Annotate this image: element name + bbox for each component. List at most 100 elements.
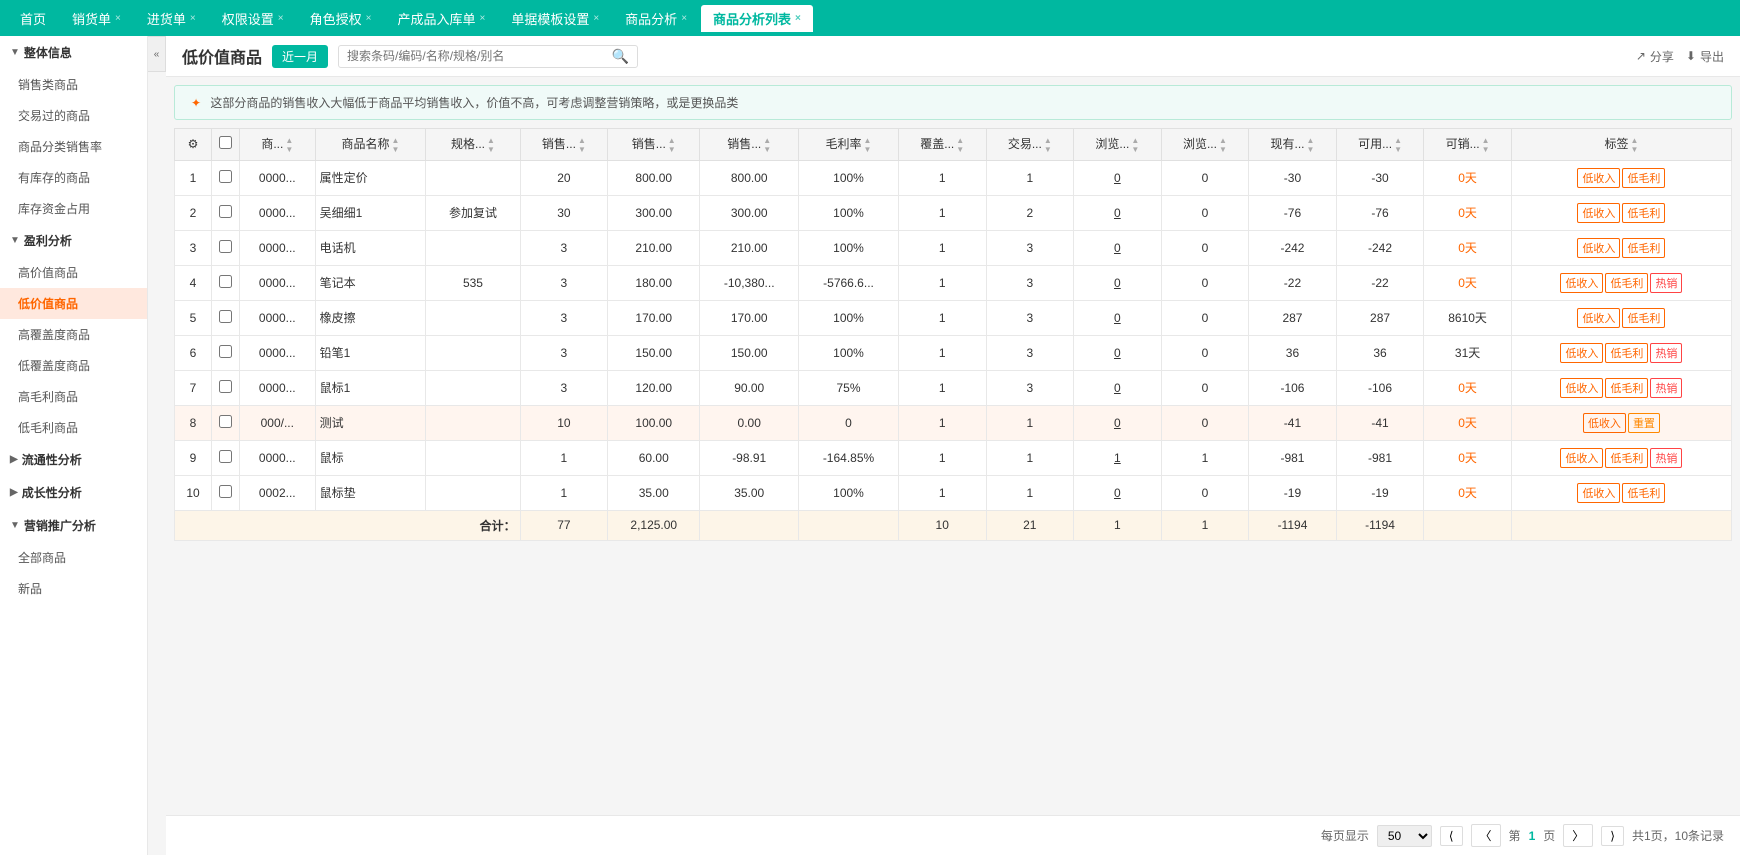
- available-col-header[interactable]: 可用...▲▼: [1336, 129, 1424, 161]
- nav-tab-权限设置[interactable]: 权限设置×: [210, 5, 296, 32]
- row-checkbox[interactable]: [211, 160, 239, 195]
- settings-col-header[interactable]: ⚙: [175, 129, 212, 161]
- search-icon[interactable]: 🔍: [612, 48, 629, 65]
- row-checkbox[interactable]: [211, 475, 239, 510]
- sidebar-item-低价值商品[interactable]: 低价值商品: [0, 288, 147, 319]
- name-col-header[interactable]: 商品名称▲▼: [315, 129, 426, 161]
- row-select[interactable]: [219, 345, 232, 358]
- row-select[interactable]: [219, 275, 232, 288]
- row-checkbox[interactable]: [211, 335, 239, 370]
- search-input[interactable]: [347, 49, 608, 63]
- spec-col-header[interactable]: 规格...▲▼: [426, 129, 520, 161]
- export-btn[interactable]: ⬇ 导出: [1686, 48, 1724, 65]
- checkbox-col-header[interactable]: [211, 129, 239, 161]
- sidebar-item-全部商品[interactable]: 全部商品: [0, 542, 147, 573]
- nav-tab-商品分析列表[interactable]: 商品分析列表×: [701, 5, 813, 32]
- views-link[interactable]: 1: [1114, 451, 1121, 465]
- views-link[interactable]: 0: [1114, 311, 1121, 325]
- row-checkbox[interactable]: [211, 195, 239, 230]
- sidebar-item-高价值商品[interactable]: 高价值商品: [0, 257, 147, 288]
- code-col-header[interactable]: 商...▲▼: [239, 129, 315, 161]
- page-size-select[interactable]: 50 100 200: [1377, 825, 1432, 847]
- sidebar-item-有库存的商品[interactable]: 有库存的商品: [0, 162, 147, 193]
- tab-close-icon[interactable]: ×: [190, 13, 196, 24]
- prev-page-btn[interactable]: 〈: [1471, 824, 1501, 847]
- row-select[interactable]: [219, 170, 232, 183]
- sidebar-collapse-btn[interactable]: «: [148, 36, 166, 72]
- row-select[interactable]: [219, 450, 232, 463]
- share-btn[interactable]: ↗ 分享: [1636, 48, 1674, 65]
- row-name: 鼠标: [315, 440, 426, 475]
- views2-col-header[interactable]: 浏览...▲▼: [1161, 129, 1249, 161]
- nav-tab-进货单[interactable]: 进货单×: [135, 5, 208, 32]
- sales-profit-col-header[interactable]: 销售...▲▼: [700, 129, 799, 161]
- row-select[interactable]: [219, 485, 232, 498]
- views-link[interactable]: 0: [1114, 171, 1121, 185]
- views-link[interactable]: 0: [1114, 381, 1121, 395]
- row-checkbox[interactable]: [211, 230, 239, 265]
- nav-tab-首页[interactable]: 首页: [8, 5, 58, 32]
- views-link[interactable]: 0: [1114, 416, 1121, 430]
- row-sales-profit: 150.00: [700, 335, 799, 370]
- sidebar-item-低毛利商品[interactable]: 低毛利商品: [0, 412, 147, 443]
- select-all-checkbox[interactable]: [219, 136, 232, 149]
- footer-transactions: 21: [986, 510, 1074, 540]
- transactions-col-header[interactable]: 交易...▲▼: [986, 129, 1074, 161]
- sidebar-group-整体信息[interactable]: ▼整体信息: [0, 36, 147, 69]
- sidebar-item-销售类商品[interactable]: 销售类商品: [0, 69, 147, 100]
- last-page-btn[interactable]: ⟩: [1601, 826, 1624, 846]
- tab-close-icon[interactable]: ×: [115, 13, 121, 24]
- row-select[interactable]: [219, 310, 232, 323]
- sidebar-item-低覆盖度商品[interactable]: 低覆盖度商品: [0, 350, 147, 381]
- row-checkbox[interactable]: [211, 370, 239, 405]
- tags-col-header[interactable]: 标签▲▼: [1511, 129, 1731, 161]
- views-link[interactable]: 0: [1114, 206, 1121, 220]
- sidebar-group-流通性分析[interactable]: ▶流通性分析: [0, 443, 147, 476]
- views-link[interactable]: 0: [1114, 276, 1121, 290]
- nav-tab-角色授权[interactable]: 角色授权×: [298, 5, 384, 32]
- row-select[interactable]: [219, 380, 232, 393]
- nav-tab-商品分析[interactable]: 商品分析×: [613, 5, 699, 32]
- views1-col-header[interactable]: 浏览...▲▼: [1074, 129, 1162, 161]
- views-link[interactable]: 0: [1114, 346, 1121, 360]
- sidebar-group-营销推广分析[interactable]: ▼营销推广分析: [0, 509, 147, 542]
- sidebar-group-成长性分析[interactable]: ▶成长性分析: [0, 476, 147, 509]
- tab-close-icon[interactable]: ×: [681, 13, 687, 24]
- tab-close-icon[interactable]: ×: [278, 13, 284, 24]
- tab-close-icon[interactable]: ×: [366, 13, 372, 24]
- views-link[interactable]: 0: [1114, 486, 1121, 500]
- filter-btn[interactable]: 近一月: [272, 45, 328, 68]
- next-page-btn[interactable]: 〉: [1563, 824, 1593, 847]
- stock-col-header[interactable]: 现有...▲▼: [1249, 129, 1337, 161]
- tab-close-icon[interactable]: ×: [479, 13, 485, 24]
- sidebar-item-高覆盖度商品[interactable]: 高覆盖度商品: [0, 319, 147, 350]
- row-checkbox[interactable]: [211, 405, 239, 440]
- sidebar-item-商品分类销售率[interactable]: 商品分类销售率: [0, 131, 147, 162]
- nav-tab-单据模板设置[interactable]: 单据模板设置×: [499, 5, 611, 32]
- tab-close-icon[interactable]: ×: [593, 13, 599, 24]
- row-select[interactable]: [219, 415, 232, 428]
- row-checkbox[interactable]: [211, 440, 239, 475]
- sales-qty-col-header[interactable]: 销售...▲▼: [520, 129, 608, 161]
- row-select[interactable]: [219, 205, 232, 218]
- sidebar-item-库存资金占用[interactable]: 库存资金占用: [0, 193, 147, 224]
- tag-重置: 重置: [1628, 413, 1660, 433]
- row-checkbox[interactable]: [211, 265, 239, 300]
- sidebar-item-交易过的商品[interactable]: 交易过的商品: [0, 100, 147, 131]
- sales-amount-col-header[interactable]: 销售...▲▼: [608, 129, 700, 161]
- row-select[interactable]: [219, 240, 232, 253]
- export-label: 导出: [1700, 48, 1724, 65]
- saleable-col-header[interactable]: 可销...▲▼: [1424, 129, 1512, 161]
- sidebar-item-新品[interactable]: 新品: [0, 573, 147, 604]
- tab-close-icon[interactable]: ×: [795, 13, 801, 24]
- nav-tab-销货单[interactable]: 销货单×: [60, 5, 133, 32]
- first-page-btn[interactable]: ⟨: [1440, 826, 1463, 846]
- row-checkbox[interactable]: [211, 300, 239, 335]
- sidebar-item-高毛利商品[interactable]: 高毛利商品: [0, 381, 147, 412]
- sidebar-group-盈利分析[interactable]: ▼盈利分析: [0, 224, 147, 257]
- coverage-col-header[interactable]: 覆盖...▲▼: [898, 129, 986, 161]
- views-link[interactable]: 0: [1114, 241, 1121, 255]
- gross-margin-col-header[interactable]: 毛利率▲▼: [799, 129, 899, 161]
- nav-tab-产成品入库单[interactable]: 产成品入库单×: [385, 5, 497, 32]
- row-gross-margin: 100%: [799, 230, 899, 265]
